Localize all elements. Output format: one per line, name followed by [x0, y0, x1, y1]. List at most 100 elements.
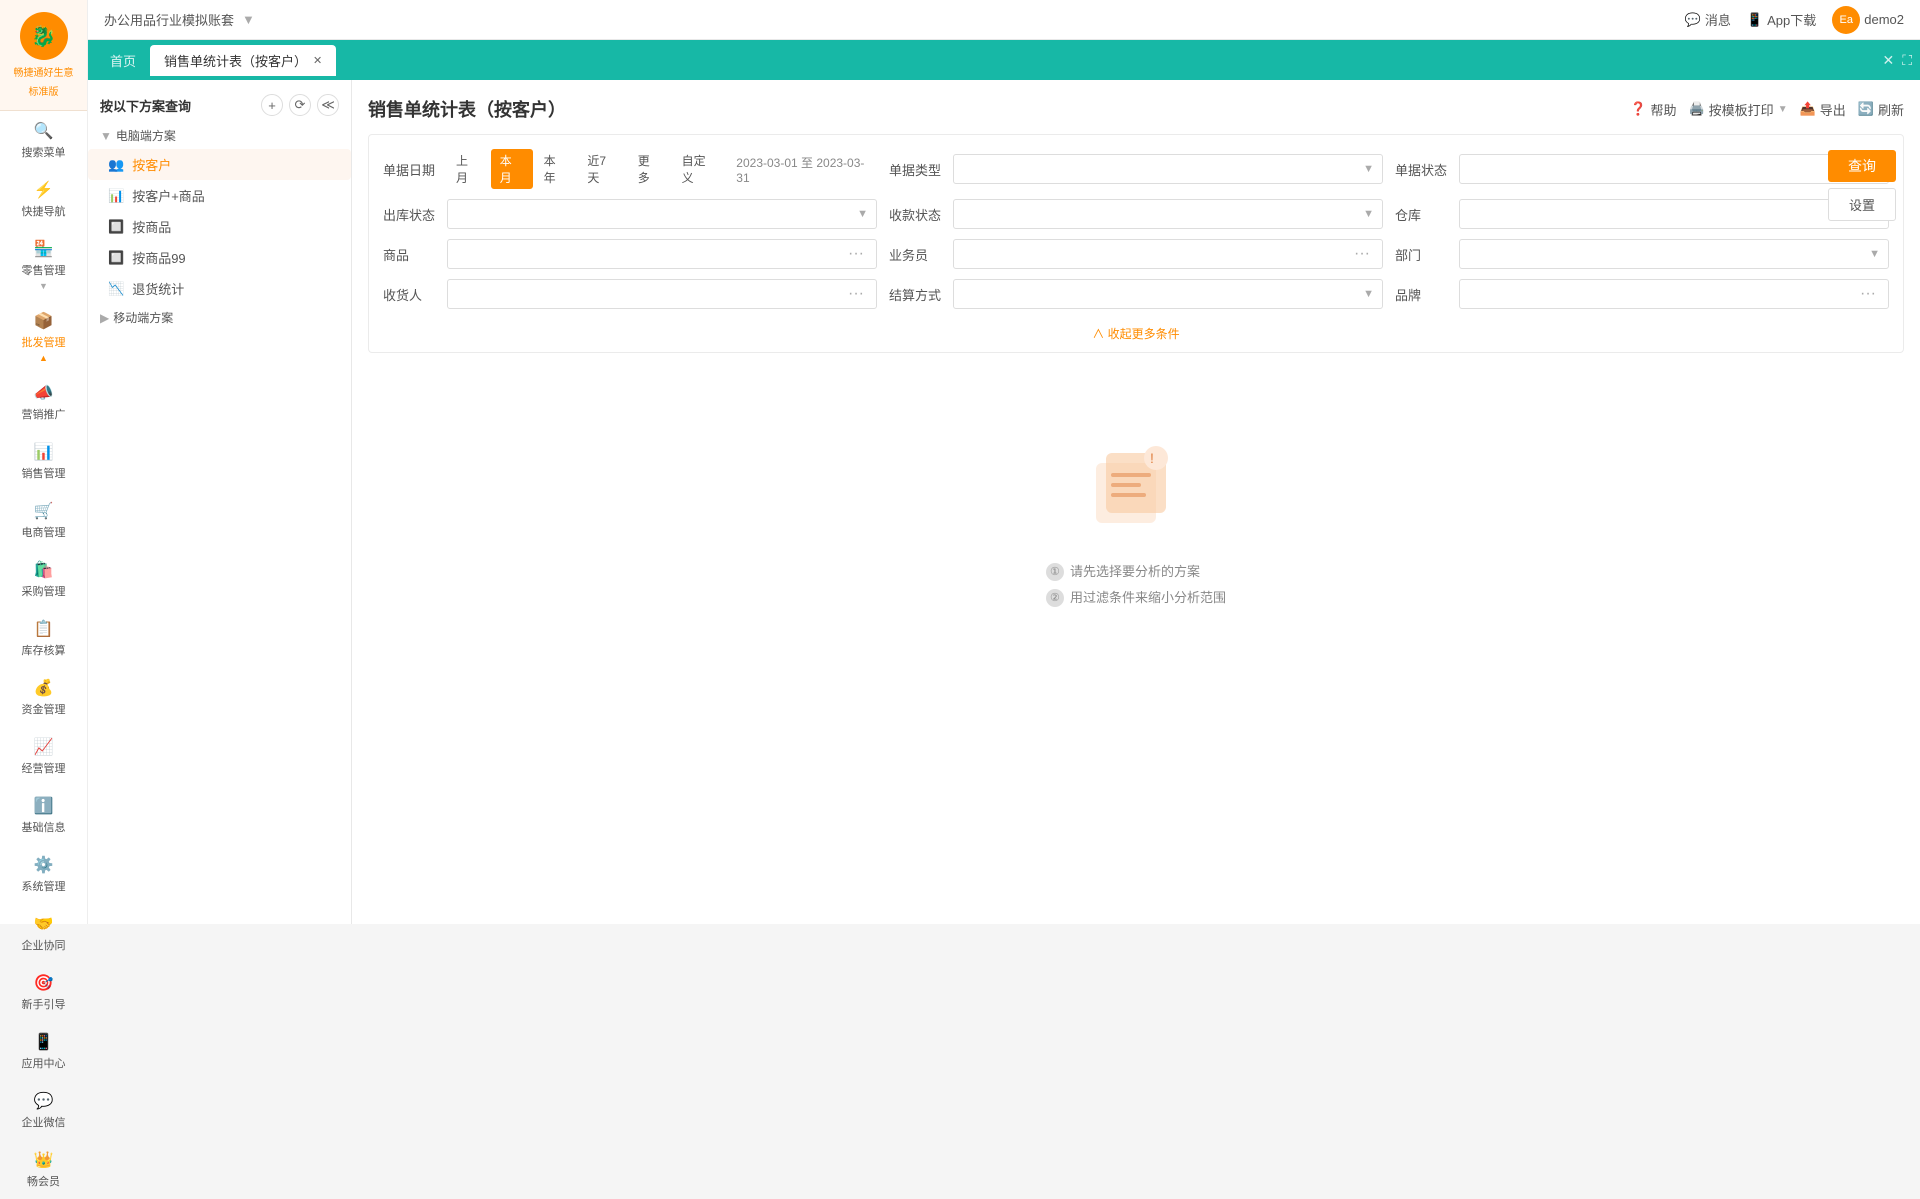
empty-illustration: ! — [1076, 423, 1196, 543]
collapse-conditions-button[interactable]: ∧ 收起更多条件 — [383, 319, 1889, 348]
date-tab-this-month[interactable]: 本月 — [491, 149, 533, 189]
settlement-input[interactable]: ▼ — [953, 279, 1383, 309]
sidebar-item-system[interactable]: ⚙️ 系统管理 — [0, 845, 87, 904]
warehouse-input[interactable]: ··· — [1459, 199, 1889, 229]
filter-form: 单据日期 上月 本月 本年 近7天 更多 自定义 20 — [368, 134, 1904, 353]
refresh-scheme-button[interactable]: ⟳ — [289, 94, 311, 116]
logo-icon: 🐉 — [20, 12, 68, 60]
doc-status-field: 单据状态 ▼ — [1395, 154, 1889, 184]
goods-input[interactable]: ··· — [447, 239, 877, 269]
sidebar-item-ecommerce[interactable]: 🛒 电商管理 — [0, 491, 87, 550]
salesperson-input[interactable]: ··· — [953, 239, 1383, 269]
wholesale-icon: 📦 — [34, 311, 54, 331]
hint-text-2: 用过滤条件来缩小分析范围 — [1070, 585, 1226, 611]
template-print-button[interactable]: 🖨️ 按模板打印 ▼ — [1688, 100, 1787, 119]
sidebar-item-purchase[interactable]: 🛍️ 采购管理 — [0, 550, 87, 609]
sidebar-item-newbie[interactable]: 🎯 新手引导 — [0, 963, 87, 1022]
sidebar-item-apps[interactable]: 📱 应用中心 — [0, 1022, 87, 1081]
sidebar-item-inventory[interactable]: 📋 库存核算 — [0, 609, 87, 668]
brand-input[interactable]: ··· — [1459, 279, 1889, 309]
date-tab-last-month[interactable]: 上月 — [447, 149, 489, 189]
close-window-icon[interactable]: ✕ — [1882, 52, 1894, 69]
sidebar-item-finance[interactable]: 💰 资金管理 — [0, 668, 87, 727]
user-menu[interactable]: Ea demo2 — [1832, 6, 1904, 34]
export-button[interactable]: 📤 导出 — [1800, 100, 1846, 119]
brand-dots[interactable]: ··· — [1856, 285, 1880, 303]
hint-item-2: ② 用过滤条件来缩小分析范围 — [1046, 585, 1226, 611]
refresh-button[interactable]: 🔄 刷新 — [1858, 100, 1904, 119]
sidebar-item-retail-label: 零售管理 — [22, 262, 66, 278]
setting-button[interactable]: 设置 — [1828, 188, 1896, 221]
retail-icon: 🏪 — [34, 239, 54, 259]
goods-dots[interactable]: ··· — [844, 245, 868, 263]
date-range-display: 2023-03-01 至 2023-03-31 — [736, 154, 877, 185]
scheme-item-goods99-label: 按商品99 — [132, 248, 185, 267]
date-tab-this-year[interactable]: 本年 — [535, 149, 577, 189]
sidebar-item-wholesale[interactable]: 📦 批发管理 ▲ — [0, 301, 87, 373]
help-button[interactable]: ❓ 帮助 — [1630, 100, 1676, 119]
svg-text:!: ! — [1150, 450, 1154, 466]
scheme-item-goods99[interactable]: 🔲 按商品99 — [88, 242, 351, 273]
message-button[interactable]: 💬 消息 — [1685, 10, 1731, 29]
desktop-section-toggle[interactable]: ▼ 电脑端方案 — [88, 122, 351, 149]
filter-section-mobile: ▶ 移动端方案 — [88, 304, 351, 331]
sidebar-item-search[interactable]: 🔍 搜索菜单 — [0, 111, 87, 170]
logo-text: 畅捷通好生意 — [14, 64, 74, 79]
content-area: 按以下方案查询 + ⟳ ≪ ▼ 电脑端方案 👥 按客户 📊 — [88, 80, 1920, 924]
sidebar-item-purchase-label: 采购管理 — [22, 583, 66, 599]
sidebar-item-ecommerce-label: 电商管理 — [22, 524, 66, 540]
ecommerce-icon: 🛒 — [34, 501, 54, 521]
scheme-item-customer-goods[interactable]: 📊 按客户+商品 — [88, 180, 351, 211]
add-scheme-button[interactable]: + — [261, 94, 283, 116]
sidebar-item-newbie-label: 新手引导 — [22, 996, 66, 1012]
tab-close-icon[interactable]: ✕ — [313, 54, 322, 67]
main-area: 办公用品行业模拟账套 ▼ 💬 消息 📱 App下载 Ea demo2 首页 — [88, 0, 1920, 924]
doc-type-input[interactable]: ▼ — [953, 154, 1383, 184]
scheme-item-goods[interactable]: 🔲 按商品 — [88, 211, 351, 242]
chevron-down-icon: ▼ — [39, 281, 48, 291]
sidebar-item-sales[interactable]: 📊 销售管理 — [0, 432, 87, 491]
sidebar-item-retail[interactable]: 🏪 零售管理 ▼ — [0, 229, 87, 301]
date-tab-7days[interactable]: 近7天 — [578, 149, 626, 189]
filter-section-desktop: ▼ 电脑端方案 👥 按客户 📊 按客户+商品 🔲 按商品 🔲 按商品 — [88, 122, 351, 304]
wechat-icon: 💬 — [34, 1091, 54, 1111]
sidebar-item-enterprise-label: 企业协同 — [22, 937, 66, 953]
receiver-dots[interactable]: ··· — [844, 285, 868, 303]
app-download-button[interactable]: 📱 App下载 — [1747, 10, 1816, 29]
scheme-item-return[interactable]: 📉 退货统计 — [88, 273, 351, 304]
sidebar-item-enterprise[interactable]: 🤝 企业协同 — [0, 904, 87, 963]
sidebar-item-member[interactable]: 👑 畅会员 — [0, 1140, 87, 1199]
doc-status-input[interactable]: ▼ — [1459, 154, 1889, 184]
out-status-input[interactable]: ▼ — [447, 199, 877, 229]
tab-home[interactable]: 首页 — [96, 45, 150, 76]
sidebar-item-management[interactable]: 📈 经营管理 — [0, 727, 87, 786]
date-tab-more[interactable]: 更多 — [629, 149, 671, 189]
doc-status-label: 单据状态 — [1395, 160, 1451, 179]
collapse-panel-button[interactable]: ≪ — [317, 94, 339, 116]
department-chevron: ▼ — [1869, 248, 1880, 260]
right-inner: 销售单统计表（按客户） ❓ 帮助 🖨️ 按模板打印 ▼ 📤 — [352, 80, 1920, 924]
hint-item-1: ① 请先选择要分析的方案 — [1046, 559, 1226, 585]
doc-type-chevron: ▼ — [1363, 163, 1374, 175]
department-input[interactable]: ▼ — [1459, 239, 1889, 269]
date-tab-custom[interactable]: 自定义 — [673, 149, 727, 189]
help-icon: ❓ — [1630, 101, 1646, 117]
mobile-section-toggle[interactable]: ▶ 移动端方案 — [88, 304, 351, 331]
tab-sales-stats[interactable]: 销售单统计表（按客户） ✕ — [150, 45, 336, 76]
salesperson-dots[interactable]: ··· — [1350, 245, 1374, 263]
marketing-icon: 📣 — [34, 383, 54, 403]
maximize-icon[interactable]: ⛶ — [1902, 52, 1912, 69]
goods99-icon: 🔲 — [108, 250, 124, 266]
sidebar-item-marketing[interactable]: 📣 营销推广 — [0, 373, 87, 432]
query-button[interactable]: 查询 — [1828, 150, 1896, 182]
scheme-item-customer[interactable]: 👥 按客户 — [88, 149, 351, 180]
sidebar-item-inventory-label: 库存核算 — [22, 642, 66, 658]
brand-label: 品牌 — [1395, 285, 1451, 304]
sidebar-item-basic[interactable]: ℹ️ 基础信息 — [0, 786, 87, 845]
sidebar-item-quick[interactable]: ⚡ 快捷导航 — [0, 170, 87, 229]
sidebar-item-system-label: 系统管理 — [22, 878, 66, 894]
receiver-input[interactable]: ··· — [447, 279, 877, 309]
sidebar-item-wechat[interactable]: 💬 企业微信 — [0, 1081, 87, 1140]
dropdown-icon[interactable]: ▼ — [242, 12, 255, 27]
recv-status-input[interactable]: ▼ — [953, 199, 1383, 229]
